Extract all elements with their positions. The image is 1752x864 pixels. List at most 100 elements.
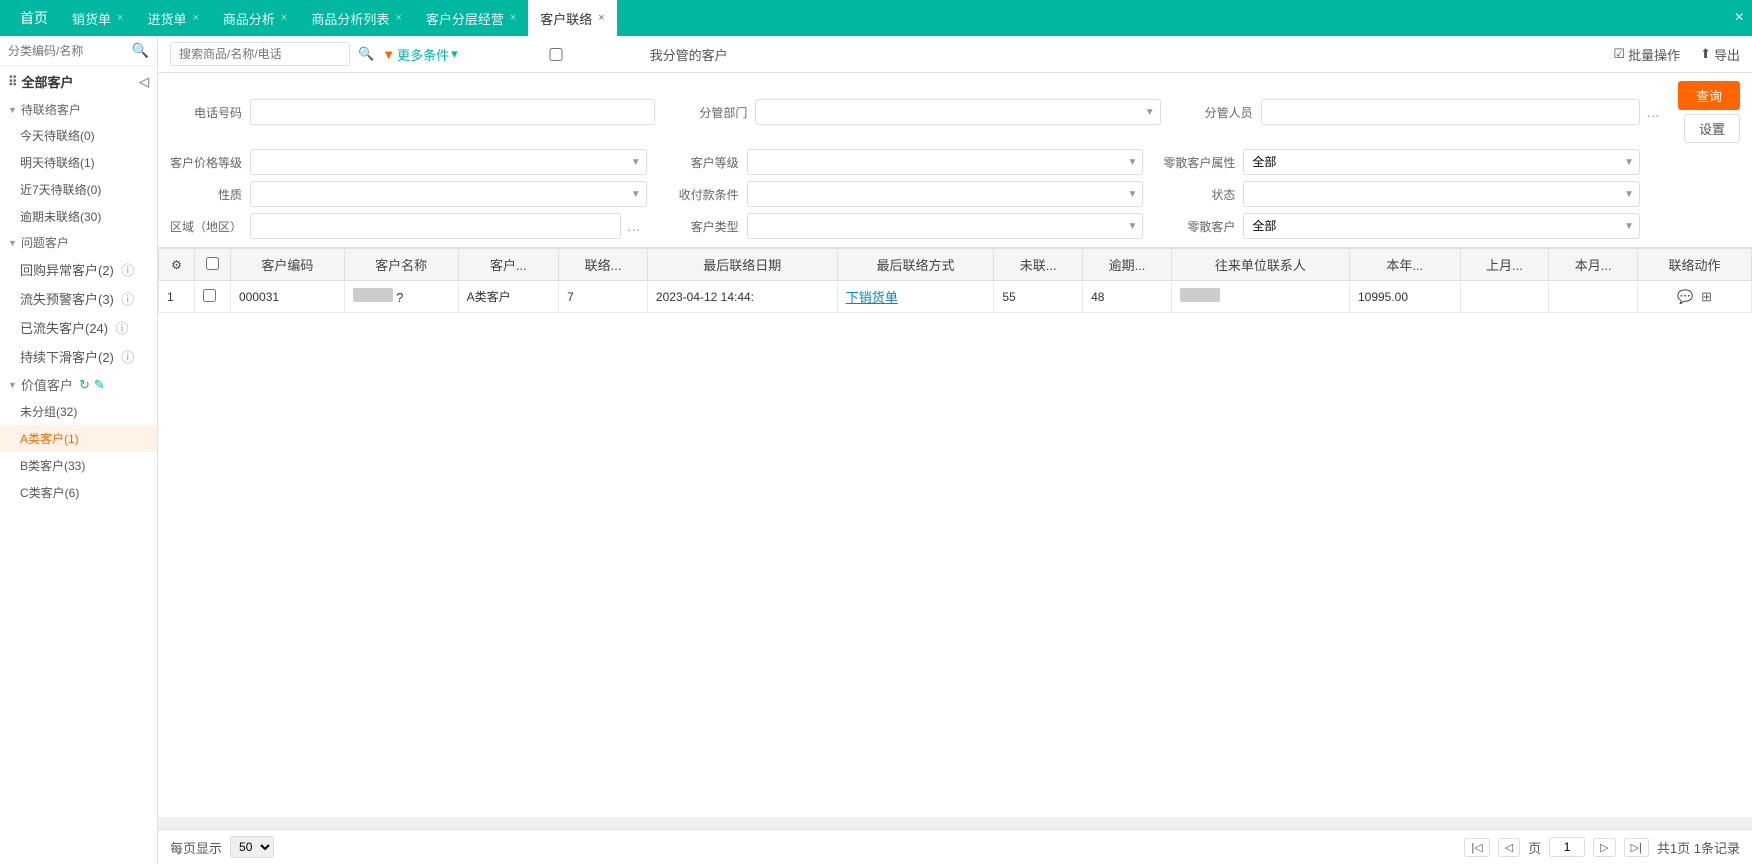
next-page-button[interactable]: ▷ <box>1593 838 1615 857</box>
pending-contact-group[interactable]: 待联络客户 <box>0 97 157 122</box>
all-customers-header[interactable]: ⠿ 全部客户 ◁ <box>0 66 157 97</box>
price-level-select[interactable] <box>250 149 647 175</box>
payment-filter: 收付款条件 ▼ <box>667 181 1144 207</box>
filter-icon: ▼ <box>382 47 395 62</box>
sidebar-item-churned[interactable]: 已流失客户(24) ⓘ <box>0 313 157 342</box>
check-th[interactable] <box>195 249 231 281</box>
payment-select[interactable] <box>747 181 1144 207</box>
retail-label: 零散客户 <box>1163 218 1243 235</box>
select-all-checkbox[interactable] <box>206 257 219 270</box>
sidebar-search-bar: 🔍 <box>0 36 157 66</box>
close-customersegment-icon[interactable]: × <box>510 12 516 24</box>
customer-level-select[interactable] <box>747 149 1144 175</box>
sidebar-item-repurchase-abnormal[interactable]: 回购异常客户(2) ⓘ <box>0 255 157 284</box>
first-page-button[interactable]: |◁ <box>1464 838 1489 857</box>
last-page-button[interactable]: ▷| <box>1624 838 1649 857</box>
status-select-wrap: ▼ <box>1243 181 1640 207</box>
set-button[interactable]: 设置 <box>1684 114 1740 143</box>
retail-select[interactable]: 全部 <box>1243 213 1640 239</box>
actions-th: 联络动作 <box>1638 249 1752 281</box>
region-input[interactable] <box>250 213 621 239</box>
status-select[interactable] <box>1243 181 1640 207</box>
level-th: 客户... <box>458 249 559 281</box>
nav-tab-purchaseorder[interactable]: 进货单 × <box>135 0 210 36</box>
nature-select[interactable] <box>250 181 647 207</box>
close-productanalysislist-icon[interactable]: × <box>395 12 401 24</box>
table-footer: 每页显示 50 |◁ ◁ 页 ▷ ▷| 共1页 1条记录 <box>158 829 1752 864</box>
nav-tab-productanalysislist[interactable]: 商品分析列表 × <box>299 0 413 36</box>
sidebar-item-today[interactable]: 今天待联络(0) <box>0 122 157 149</box>
search-input[interactable] <box>170 42 350 66</box>
dept-select[interactable] <box>755 99 1160 125</box>
nav-tab-customercontact[interactable]: 客户联络 × <box>528 0 616 36</box>
chat-icon[interactable]: 💬 <box>1677 289 1693 305</box>
last-method-link[interactable]: 下销货单 <box>846 290 898 305</box>
settings-th[interactable]: ⚙ <box>159 249 195 281</box>
close-all-icon[interactable]: × <box>1735 9 1744 27</box>
price-level-label: 客户价格等级 <box>170 154 250 171</box>
row-checkbox[interactable] <box>203 289 216 302</box>
close-productanalysis-icon[interactable]: × <box>281 12 287 24</box>
phone-input[interactable] <box>250 99 655 125</box>
nav-tab-customersegment[interactable]: 客户分层经营 × <box>414 0 528 36</box>
nature-label: 性质 <box>170 186 250 203</box>
more-filters-button[interactable]: ▼ 更多条件 ▾ <box>382 45 457 64</box>
retail-attr-select[interactable]: 全部 <box>1243 149 1640 175</box>
per-page-select[interactable]: 50 <box>230 836 274 858</box>
last-method-th: 最后联络方式 <box>837 249 994 281</box>
edit-icon[interactable]: ✎ <box>94 377 105 393</box>
close-customercontact-icon[interactable]: × <box>598 12 604 24</box>
sidebar-item-c-class[interactable]: C类客户(6) <box>0 479 157 506</box>
customer-name-blurred <box>353 288 393 302</box>
sidebar-item-declining[interactable]: 持续下滑客户(2) ⓘ <box>0 342 157 371</box>
prev-page-button[interactable]: ◁ <box>1498 838 1520 857</box>
search-button[interactable]: 🔍 <box>358 46 374 62</box>
sidebar-item-overdue[interactable]: 逾期未联络(30) <box>0 203 157 230</box>
row-year-amount: 10995.00 <box>1349 281 1460 313</box>
sidebar-collapse-icon[interactable]: ◁ <box>139 74 149 90</box>
my-customers-filter[interactable]: 我分管的客户 <box>466 45 728 64</box>
payment-label: 收付款条件 <box>667 186 747 203</box>
customer-type-select[interactable] <box>747 213 1144 239</box>
sidebar-item-b-class[interactable]: B类客户(33) <box>0 452 157 479</box>
export-button[interactable]: ⬆ 导出 <box>1700 45 1740 64</box>
nav-tab-salesorder[interactable]: 销货单 × <box>60 0 135 36</box>
row-actions: 💬 ⊞ <box>1638 281 1752 313</box>
region-more-icon[interactable]: … <box>621 218 647 234</box>
refresh-icon[interactable]: ↻ <box>79 377 90 393</box>
close-purchaseorder-icon[interactable]: × <box>192 12 198 24</box>
sidebar-item-a-class[interactable]: A类客户(1) <box>0 425 157 452</box>
retail-attr-select-wrap: 全部 ▼ <box>1243 149 1640 175</box>
qr-icon[interactable]: ⊞ <box>1701 289 1712 305</box>
row-num: 1 <box>159 281 195 313</box>
sidebar-item-7days[interactable]: 近7天待联络(0) <box>0 176 157 203</box>
person-input[interactable] <box>1261 99 1640 125</box>
contact-count-th: 联络... <box>559 249 648 281</box>
my-customers-checkbox[interactable] <box>466 48 646 61</box>
person-more-icon[interactable]: … <box>1640 104 1666 120</box>
dept-select-wrap: ▼ <box>755 99 1160 125</box>
close-salesorder-icon[interactable]: × <box>117 12 123 24</box>
dept-filter: 分管部门 ▼ <box>675 81 1160 143</box>
bulk-op-button[interactable]: ☑ 批量操作 <box>1613 45 1680 64</box>
sidebar-search-input[interactable] <box>8 44 132 58</box>
price-level-select-wrap: ▼ <box>250 149 647 175</box>
home-tab[interactable]: 首页 <box>8 0 60 36</box>
phone-label: 电话号码 <box>170 104 250 121</box>
problem-customers-group[interactable]: 问题客户 <box>0 230 157 255</box>
row-name: ? <box>344 281 458 313</box>
person-select-wrap <box>1261 99 1640 125</box>
row-level: A类客户 <box>458 281 559 313</box>
sidebar-item-churn-warning[interactable]: 流失预警客户(3) ⓘ <box>0 284 157 313</box>
page-label: 页 <box>1528 838 1541 857</box>
sidebar-item-tomorrow[interactable]: 明天待联络(1) <box>0 149 157 176</box>
value-customers-group[interactable]: 价值客户 ↻ ✎ <box>0 371 157 398</box>
nav-tab-productanalysis[interactable]: 商品分析 × <box>211 0 299 36</box>
page-input[interactable] <box>1549 837 1585 857</box>
sidebar-item-ungrouped[interactable]: 未分组(32) <box>0 398 157 425</box>
query-button[interactable]: 查询 <box>1678 81 1740 110</box>
status-filter: 状态 ▼ <box>1163 181 1640 207</box>
info-icon-2: ⓘ <box>115 321 128 336</box>
year-amount-th: 本年... <box>1349 249 1460 281</box>
horizontal-scrollbar[interactable] <box>158 817 1752 829</box>
